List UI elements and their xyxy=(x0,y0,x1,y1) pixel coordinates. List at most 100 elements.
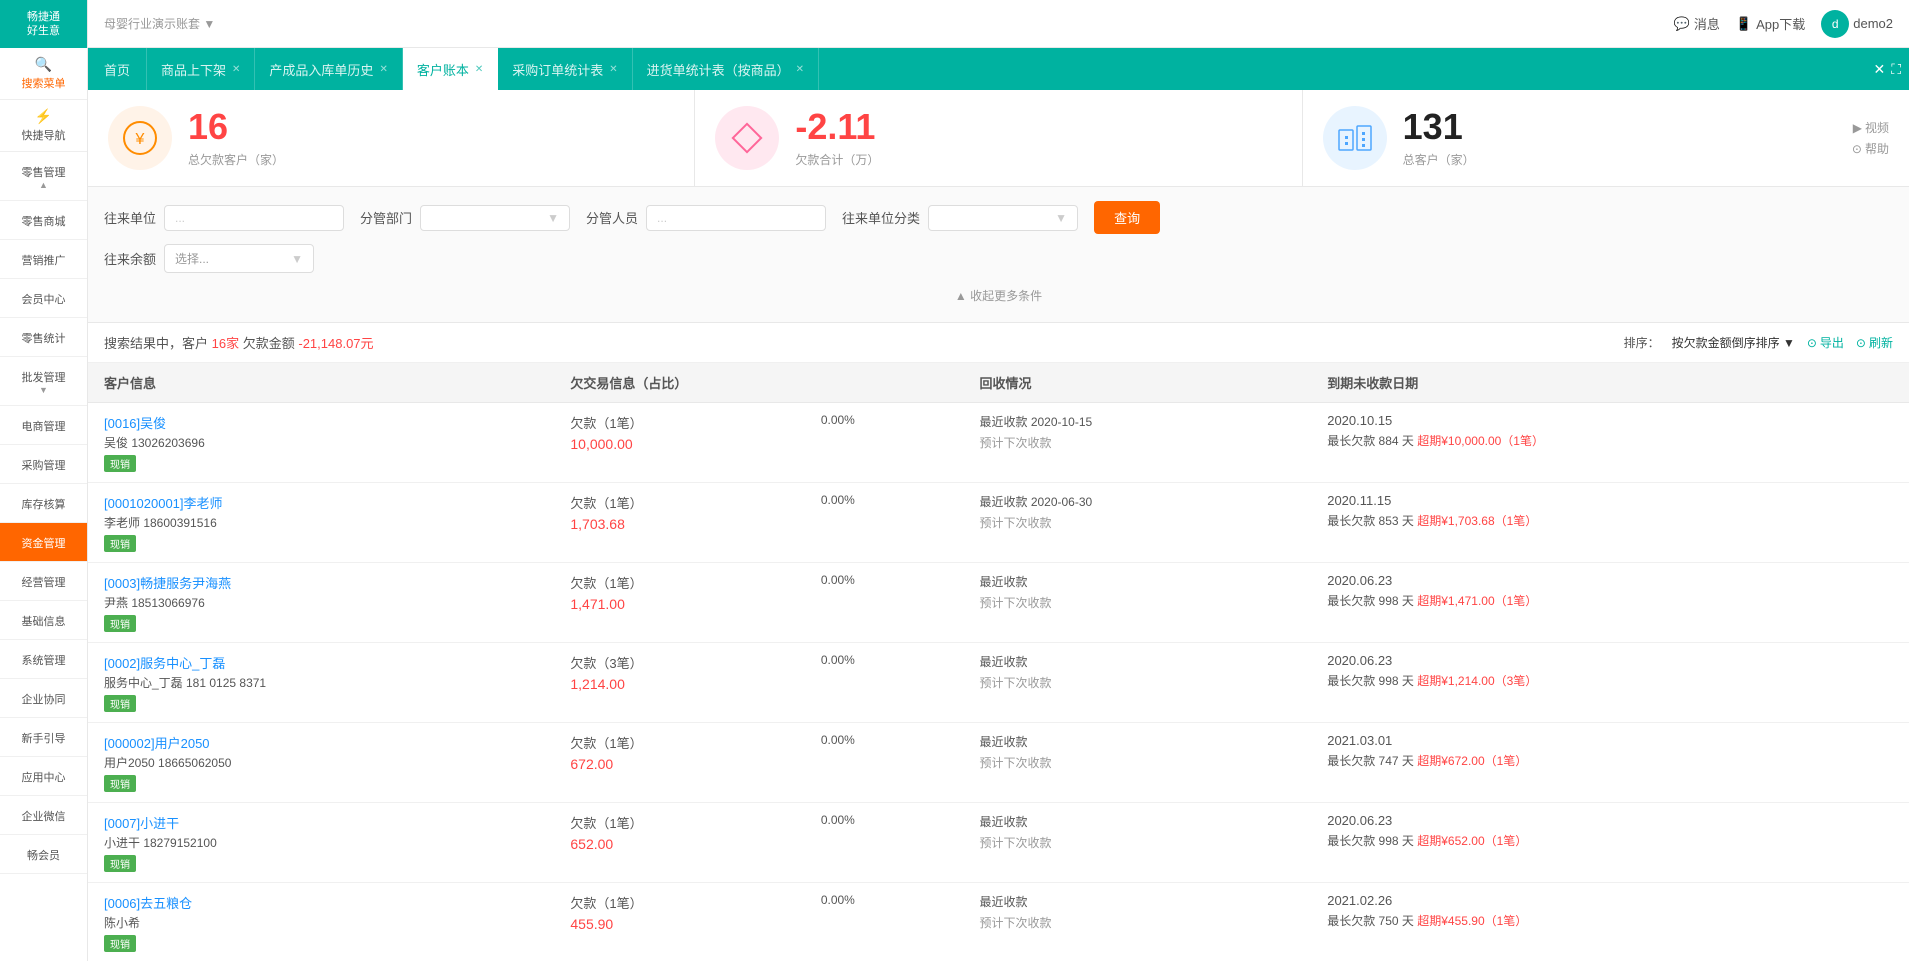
overdue-link[interactable]: 超期¥10,000.00（1笔） xyxy=(1417,434,1544,448)
overdue-link[interactable]: 超期¥455.90（1笔） xyxy=(1417,914,1527,928)
sidebar-item-member-center[interactable]: 会员中心 xyxy=(0,279,87,318)
tab-close-icon[interactable]: ✕ xyxy=(796,64,804,75)
customer-tag: 现销 xyxy=(104,935,136,952)
overdue-info: 最长欠款 747 天 超期¥672.00（1笔） xyxy=(1327,752,1893,769)
next-collection: 预计下次收款 xyxy=(979,914,1295,931)
overdue-link[interactable]: 超期¥1,214.00（3笔） xyxy=(1417,674,1537,688)
video-btn[interactable]: ▶ 视频 xyxy=(1853,119,1889,136)
help-btn[interactable]: ⊙ 帮助 xyxy=(1852,140,1889,157)
export-icon: ⊙ xyxy=(1807,336,1817,350)
next-collection: 预计下次收款 xyxy=(979,514,1295,531)
sidebar-item-purchase-mgmt[interactable]: 采购管理 xyxy=(0,445,87,484)
tab-products-off[interactable]: 商品上下架 ✕ xyxy=(147,48,255,90)
chevron-down-icon: ▼ xyxy=(1783,336,1795,350)
stat-icon-debt xyxy=(715,106,779,170)
cell-customer-info: [0006]去五粮仓 陈小希 现销 xyxy=(88,883,554,961)
debt-count: 欠款（1笔） xyxy=(570,493,788,512)
tab-expand-icon[interactable]: ⛶ xyxy=(1891,61,1901,78)
top-bar: 母婴行业演示账套 ▼ 💬 消息 📱 App下载 d demo2 xyxy=(88,0,1909,48)
debt-count: 欠款（1笔） xyxy=(570,573,788,592)
due-date: 2020.06.23 xyxy=(1327,813,1893,828)
customer-name-link[interactable]: [0006]去五粮仓 xyxy=(104,893,538,912)
next-collection: 预计下次收款 xyxy=(979,594,1295,611)
sidebar-item-new-guide[interactable]: 新手引导 xyxy=(0,718,87,757)
sidebar-item-retail-stats[interactable]: 零售统计 xyxy=(0,318,87,357)
search-button[interactable]: 查询 xyxy=(1094,201,1160,234)
customer-name-link[interactable]: [0001020001]李老师 xyxy=(104,493,538,512)
customer-name-link[interactable]: [0002]服务中心_丁磊 xyxy=(104,653,538,672)
stat-icon-credit: ¥ xyxy=(108,106,172,170)
debt-percent: 0.00% xyxy=(821,893,948,907)
sidebar-item-search-menu[interactable]: 🔍 搜索菜单 xyxy=(0,48,87,100)
tab-home[interactable]: 首页 xyxy=(88,48,147,90)
overdue-link[interactable]: 超期¥1,471.00（1笔） xyxy=(1417,594,1537,608)
logo-text: 畅捷通好生意 xyxy=(27,10,60,39)
user-profile-button[interactable]: d demo2 xyxy=(1821,10,1893,38)
data-table: 客户信息 欠交易信息（占比） 回收情况 到期未收款日期 [0016]吴俊 吴俊 … xyxy=(88,363,1909,961)
sidebar-item-app-center[interactable]: 应用中心 xyxy=(0,757,87,796)
overdue-info: 最长欠款 998 天 超期¥1,471.00（1笔） xyxy=(1327,592,1893,609)
stats-row: ¥ 16 总欠款客户（家） -2.11 欠款合计（万） xyxy=(88,90,1909,187)
customer-name-link[interactable]: [0016]吴俊 xyxy=(104,413,538,432)
sidebar-item-retail-mgmt[interactable]: 零售管理 ▲ xyxy=(0,152,87,201)
cell-due-date: 2020.06.23 最长欠款 998 天 超期¥652.00（1笔） xyxy=(1311,803,1909,883)
customer-phone: 李老师 18600391516 xyxy=(104,514,538,531)
stat-customers-value: 131 xyxy=(1403,109,1475,145)
balance-select[interactable]: 选择... ▼ xyxy=(164,244,314,273)
tab-close-icon[interactable]: ✕ xyxy=(609,64,617,75)
overdue-link[interactable]: 超期¥672.00（1笔） xyxy=(1417,754,1527,768)
debt-amount: 1,703.68 xyxy=(570,516,788,532)
sidebar-item-retail-mall[interactable]: 零售商城 xyxy=(0,201,87,240)
sidebar-item-quick-nav[interactable]: ⚡ 快捷导航 xyxy=(0,100,87,152)
sidebar-item-batch-mgmt[interactable]: 批发管理 ▼ xyxy=(0,357,87,406)
app-download-button[interactable]: 📱 App下载 xyxy=(1736,14,1805,33)
tab-production-history[interactable]: 产成品入库单历史 ✕ xyxy=(255,48,402,90)
overdue-link[interactable]: 超期¥652.00（1笔） xyxy=(1417,834,1527,848)
cell-debt-percent: 0.00% xyxy=(805,803,964,883)
customer-name-link[interactable]: [000002]用户2050 xyxy=(104,733,538,752)
latest-collection: 最近收款 xyxy=(979,573,1295,590)
customer-name-link[interactable]: [0007]小进干 xyxy=(104,813,538,832)
sidebar-search-label: 搜索菜单 xyxy=(4,75,83,91)
tab-incoming-summary[interactable]: 进货单统计表（按商品） ✕ xyxy=(633,48,819,90)
tab-collapse-icon[interactable]: ✕ xyxy=(1873,61,1885,78)
tab-close-icon[interactable]: ✕ xyxy=(475,64,483,75)
from-unit-input[interactable]: ... xyxy=(164,205,344,231)
sidebar-item-ecommerce[interactable]: 电商管理 xyxy=(0,406,87,445)
export-button[interactable]: ⊙ 导出 xyxy=(1807,334,1844,351)
next-collection: 预计下次收款 xyxy=(979,434,1295,451)
unit-type-select[interactable]: ▼ xyxy=(928,205,1078,231)
collapse-filter-button[interactable]: ▲ 收起更多条件 xyxy=(104,283,1893,308)
table-row: [000002]用户2050 用户2050 18665062050 现销 欠款（… xyxy=(88,723,1909,803)
dept-select[interactable]: ▼ xyxy=(420,205,570,231)
sidebar-item-vip-member[interactable]: 畅会员 xyxy=(0,835,87,874)
tab-purchase-summary[interactable]: 采购订单统计表 ✕ xyxy=(498,48,632,90)
cell-debt-count: 欠款（1笔） 1,471.00 xyxy=(554,563,804,643)
tab-customer-account[interactable]: 客户账本 ✕ xyxy=(403,48,498,90)
sidebar-item-marketing[interactable]: 营销推广 xyxy=(0,240,87,279)
sort-label: 排序： xyxy=(1624,334,1660,351)
sidebar-item-enterprise-collab[interactable]: 企业协同 xyxy=(0,679,87,718)
sidebar-item-inventory[interactable]: 库存核算 xyxy=(0,484,87,523)
sidebar-item-sys-mgmt[interactable]: 系统管理 xyxy=(0,640,87,679)
overdue-link[interactable]: 超期¥1,703.68（1笔） xyxy=(1417,514,1537,528)
filter-unit-type: 往来单位分类 ▼ xyxy=(842,205,1078,231)
sidebar-item-basic-info[interactable]: 基础信息 xyxy=(0,601,87,640)
table-row: [0003]畅捷服务尹海燕 尹燕 18513066976 现销 欠款（1笔） 1… xyxy=(88,563,1909,643)
debt-percent: 0.00% xyxy=(821,413,948,427)
message-button[interactable]: 💬 消息 xyxy=(1674,14,1720,33)
customer-phone: 尹燕 18513066976 xyxy=(104,594,538,611)
sort-select[interactable]: 按欠款金额倒序排序 ▼ xyxy=(1672,334,1795,351)
sidebar-item-enterprise-wechat[interactable]: 企业微信 xyxy=(0,796,87,835)
results-actions: 排序： 按欠款金额倒序排序 ▼ ⊙ 导出 ⊙ 刷新 xyxy=(1624,334,1893,351)
person-input[interactable]: ... xyxy=(646,205,826,231)
sidebar-item-ops-mgmt[interactable]: 经营管理 xyxy=(0,562,87,601)
refresh-button[interactable]: ⊙ 刷新 xyxy=(1856,334,1893,351)
debt-count: 欠款（1笔） xyxy=(570,733,788,752)
customer-name-link[interactable]: [0003]畅捷服务尹海燕 xyxy=(104,573,538,592)
account-info: 母婴行业演示账套 ▼ xyxy=(104,15,215,32)
tab-close-icon[interactable]: ✕ xyxy=(232,64,240,75)
tab-close-icon[interactable]: ✕ xyxy=(379,64,387,75)
sidebar-item-capital-mgmt[interactable]: 资金管理 xyxy=(0,523,87,562)
svg-text:¥: ¥ xyxy=(135,131,145,148)
